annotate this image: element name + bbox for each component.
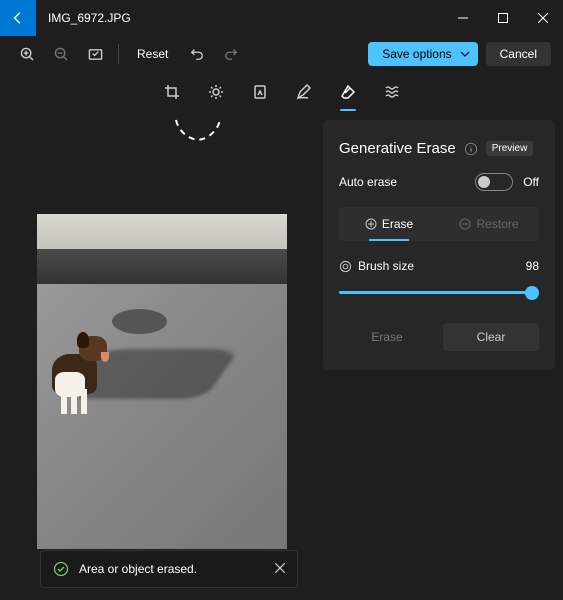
toast-notification: Area or object erased. xyxy=(40,550,298,588)
tab-background[interactable] xyxy=(382,76,402,108)
fit-icon xyxy=(88,47,103,62)
close-icon xyxy=(275,563,285,573)
generative-erase-panel: Generative Erase Preview Auto erase Off … xyxy=(323,120,555,370)
zoom-in-icon xyxy=(20,47,35,62)
back-button[interactable] xyxy=(0,0,36,36)
redo-button[interactable] xyxy=(216,40,246,68)
clear-button[interactable]: Clear xyxy=(443,323,539,351)
fit-button[interactable] xyxy=(80,40,110,68)
close-button[interactable] xyxy=(523,0,563,36)
zoom-in-button[interactable] xyxy=(12,40,42,68)
tab-erase[interactable] xyxy=(338,76,358,108)
undo-icon xyxy=(190,47,204,61)
tab-filter[interactable] xyxy=(250,76,270,108)
brush-size-value: 98 xyxy=(526,259,539,273)
undo-button[interactable] xyxy=(182,40,212,68)
background-icon xyxy=(384,84,400,100)
crop-icon xyxy=(164,84,180,100)
toolbar-divider xyxy=(118,44,119,64)
reset-button[interactable]: Reset xyxy=(127,42,178,66)
info-icon[interactable] xyxy=(464,142,478,156)
arrow-left-icon xyxy=(11,11,25,25)
success-check-icon xyxy=(53,561,69,577)
filter-icon xyxy=(252,84,268,100)
canvas-area[interactable] xyxy=(0,112,323,600)
auto-erase-label: Auto erase xyxy=(339,175,397,189)
eraser-icon xyxy=(340,84,356,100)
target-icon xyxy=(339,260,352,273)
maximize-button[interactable] xyxy=(483,0,523,36)
erase-mode-tab[interactable]: Erase xyxy=(339,207,439,241)
panel-title: Generative Erase xyxy=(339,140,456,157)
tab-crop[interactable] xyxy=(162,76,182,108)
preview-badge: Preview xyxy=(486,141,534,156)
save-label: Save options xyxy=(382,47,451,61)
brush-cursor-indicator xyxy=(170,112,226,152)
add-circle-icon xyxy=(365,218,377,230)
save-options-button[interactable]: Save options xyxy=(368,42,477,66)
brightness-icon xyxy=(208,84,224,100)
file-title: IMG_6972.JPG xyxy=(48,11,131,25)
close-icon xyxy=(538,13,548,23)
tab-adjust[interactable] xyxy=(206,76,226,108)
minimize-button[interactable] xyxy=(443,0,483,36)
redo-icon xyxy=(224,47,238,61)
pen-icon xyxy=(296,84,312,100)
subtract-circle-icon xyxy=(459,218,471,230)
maximize-icon xyxy=(498,13,508,23)
toast-close-button[interactable] xyxy=(275,562,285,576)
brush-size-label: Brush size xyxy=(358,259,414,273)
cancel-button[interactable]: Cancel xyxy=(486,42,551,66)
image-preview[interactable] xyxy=(37,214,287,549)
auto-erase-toggle[interactable] xyxy=(475,173,513,191)
brush-size-slider[interactable] xyxy=(339,283,539,303)
restore-tab-label: Restore xyxy=(476,217,518,231)
chevron-down-icon xyxy=(460,49,470,59)
zoom-out-icon xyxy=(54,47,69,62)
toggle-state-label: Off xyxy=(523,175,539,189)
erase-tab-label: Erase xyxy=(382,217,413,231)
erase-button[interactable]: Erase xyxy=(339,323,435,351)
restore-mode-tab[interactable]: Restore xyxy=(439,207,539,241)
toast-message: Area or object erased. xyxy=(79,562,197,576)
minimize-icon xyxy=(458,13,468,23)
tab-markup[interactable] xyxy=(294,76,314,108)
zoom-out-button[interactable] xyxy=(46,40,76,68)
